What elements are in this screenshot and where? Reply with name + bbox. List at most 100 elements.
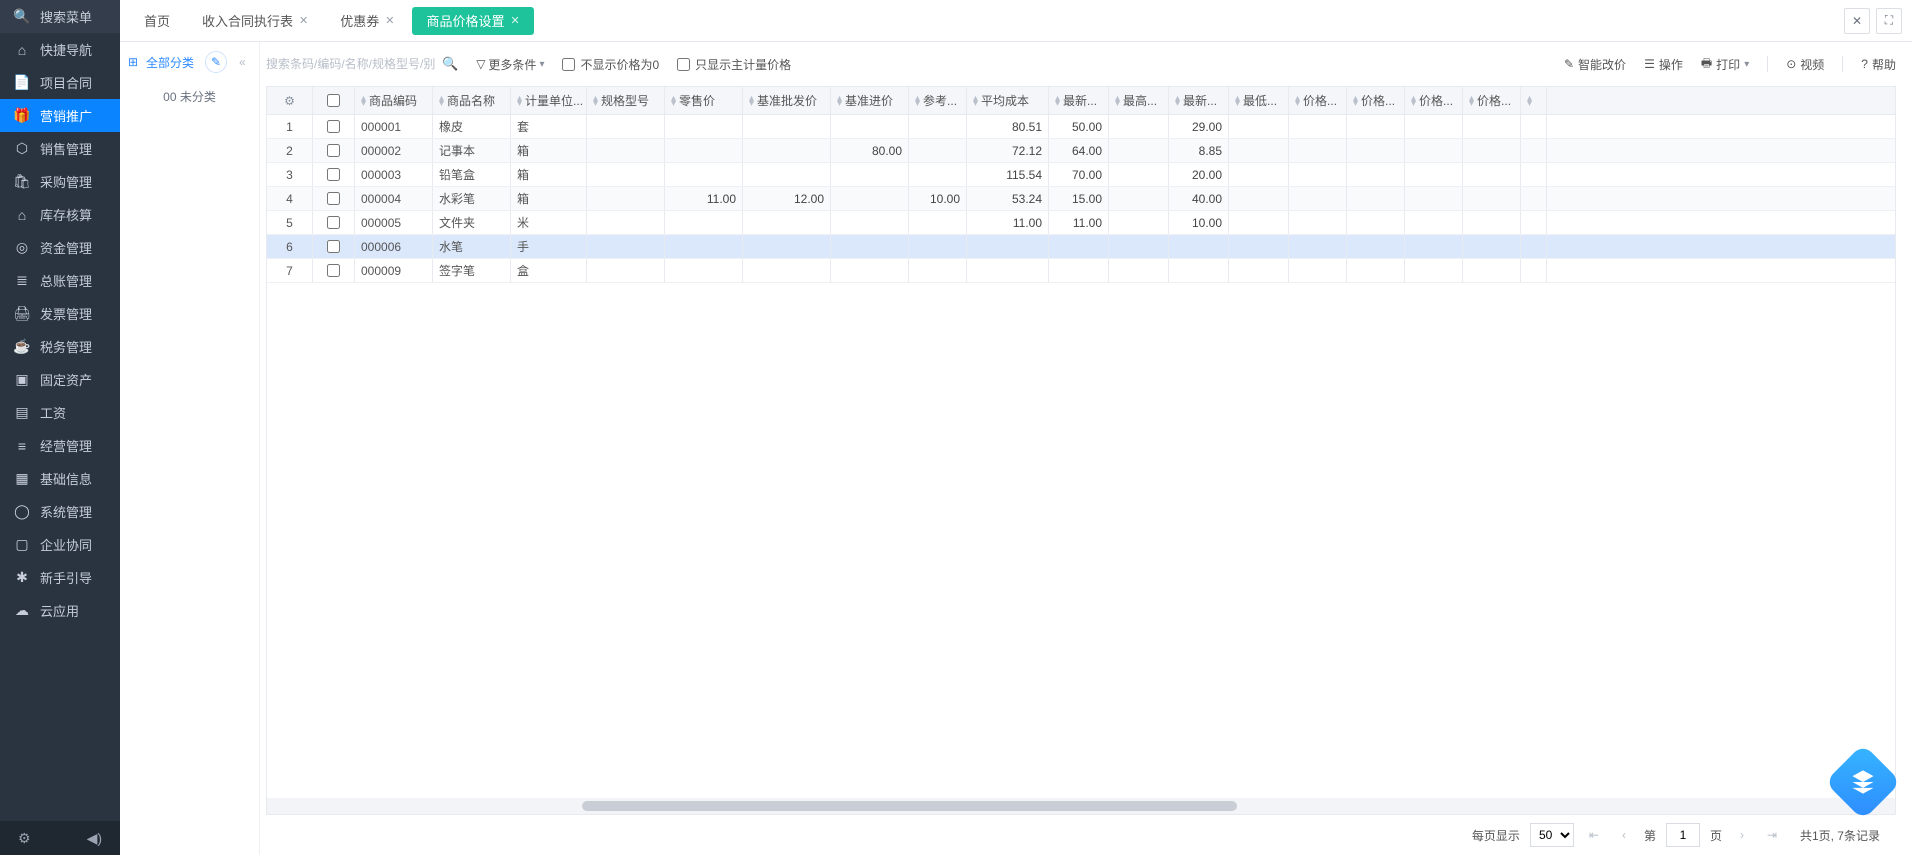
sidebar-item-1[interactable]: ⌂快捷导航 bbox=[0, 33, 120, 66]
sidebar-item-18[interactable]: ☁云应用 bbox=[0, 594, 120, 627]
sidebar-item-17[interactable]: ✱新手引导 bbox=[0, 561, 120, 594]
sort-icon[interactable]: ▴▾ bbox=[1115, 96, 1120, 106]
video-button[interactable]: ⊙视频 bbox=[1786, 56, 1824, 73]
tab-3[interactable]: 商品价格设置✕ bbox=[412, 7, 533, 35]
column-header-15[interactable]: ▴▾价格... bbox=[1289, 87, 1347, 114]
sort-icon[interactable]: ▴▾ bbox=[361, 96, 366, 106]
tab-close-icon[interactable]: ✕ bbox=[299, 14, 308, 27]
table-row[interactable]: 4000004水彩笔箱11.0012.0010.0053.2415.0040.0… bbox=[267, 187, 1895, 211]
horizontal-scrollbar[interactable] bbox=[267, 798, 1895, 814]
sidebar-item-6[interactable]: ⌂库存核算 bbox=[0, 198, 120, 231]
sort-icon[interactable]: ▴▾ bbox=[915, 96, 920, 106]
collapse-tree-icon[interactable]: « bbox=[239, 55, 253, 69]
table-row[interactable]: 2000002记事本箱80.0072.1264.008.85 bbox=[267, 139, 1895, 163]
column-header-3[interactable]: ▴▾商品名称 bbox=[433, 87, 511, 114]
select-all-checkbox[interactable] bbox=[327, 94, 340, 107]
more-conditions[interactable]: ▽ 更多条件 ▾ bbox=[476, 56, 544, 73]
hide-zero-checkbox[interactable]: 不显示价格为0 bbox=[562, 56, 659, 73]
column-header-12[interactable]: ▴▾最高... bbox=[1109, 87, 1169, 114]
sidebar-item-4[interactable]: ⬡销售管理 bbox=[0, 132, 120, 165]
table-row[interactable]: 5000005文件夹米11.0011.0010.00 bbox=[267, 211, 1895, 235]
sort-icon[interactable]: ▴▾ bbox=[1055, 96, 1060, 106]
page-input[interactable] bbox=[1666, 823, 1700, 847]
sidebar-item-13[interactable]: ≡经营管理 bbox=[0, 429, 120, 462]
edit-category-button[interactable]: ✎ bbox=[205, 51, 227, 73]
column-header-0[interactable]: ⚙ bbox=[267, 87, 313, 114]
next-page-button[interactable]: › bbox=[1732, 825, 1752, 845]
tab-2[interactable]: 优惠券✕ bbox=[326, 7, 408, 35]
sidebar-item-9[interactable]: 🖨发票管理 bbox=[0, 297, 120, 330]
close-tab-button[interactable]: ✕ bbox=[1844, 8, 1870, 34]
sidebar-item-11[interactable]: ▣固定资产 bbox=[0, 363, 120, 396]
sort-icon[interactable]: ▴▾ bbox=[1527, 96, 1532, 106]
sort-icon[interactable]: ▴▾ bbox=[1353, 96, 1358, 106]
tab-0[interactable]: 首页 bbox=[130, 7, 184, 35]
sidebar-item-8[interactable]: ≣总账管理 bbox=[0, 264, 120, 297]
tree-node[interactable]: 00 未分类 bbox=[130, 84, 249, 109]
sidebar-item-2[interactable]: 📄项目合同 bbox=[0, 66, 120, 99]
fullscreen-button[interactable]: ⛶ bbox=[1876, 8, 1902, 34]
column-header-18[interactable]: ▴▾价格... bbox=[1463, 87, 1521, 114]
sidebar-item-0[interactable]: 🔍搜索菜单 bbox=[0, 0, 120, 33]
sidebar-item-15[interactable]: ◯系统管理 bbox=[0, 495, 120, 528]
column-header-1[interactable] bbox=[313, 87, 355, 114]
sidebar-item-10[interactable]: ☕税务管理 bbox=[0, 330, 120, 363]
tab-close-icon[interactable]: ✕ bbox=[511, 14, 520, 27]
volume-icon[interactable]: ◀) bbox=[87, 830, 102, 847]
column-header-6[interactable]: ▴▾零售价 bbox=[665, 87, 743, 114]
search-input[interactable] bbox=[266, 57, 436, 71]
help-button[interactable]: ?帮助 bbox=[1861, 56, 1896, 73]
last-page-button[interactable]: ⇥ bbox=[1762, 825, 1782, 845]
column-header-10[interactable]: ▴▾平均成本 bbox=[967, 87, 1049, 114]
sidebar-item-5[interactable]: 🛍采购管理 bbox=[0, 165, 120, 198]
sort-icon[interactable]: ▴▾ bbox=[593, 96, 598, 106]
column-header-2[interactable]: ▴▾商品编码 bbox=[355, 87, 433, 114]
column-header-17[interactable]: ▴▾价格... bbox=[1405, 87, 1463, 114]
table-row[interactable]: 1000001橡皮套80.5150.0029.00 bbox=[267, 115, 1895, 139]
table-row[interactable]: 7000009签字笔盒 bbox=[267, 259, 1895, 283]
column-header-14[interactable]: ▴▾最低... bbox=[1229, 87, 1289, 114]
sidebar-item-14[interactable]: ▦基础信息 bbox=[0, 462, 120, 495]
sidebar-item-3[interactable]: 🎁营销推广 bbox=[0, 99, 120, 132]
only-main-unit-checkbox[interactable]: 只显示主计量价格 bbox=[677, 56, 791, 73]
tree-title[interactable]: 全部分类 bbox=[146, 54, 194, 71]
column-header-13[interactable]: ▴▾最新... bbox=[1169, 87, 1229, 114]
sort-icon[interactable]: ▴▾ bbox=[837, 96, 842, 106]
sort-icon[interactable]: ▴▾ bbox=[1175, 96, 1180, 106]
ops-button[interactable]: ☰操作 bbox=[1644, 56, 1683, 73]
search-icon[interactable]: 🔍 bbox=[442, 56, 458, 72]
tab-close-icon[interactable]: ✕ bbox=[385, 14, 394, 27]
sort-icon[interactable]: ▴▾ bbox=[1469, 96, 1474, 106]
per-page-select[interactable]: 50 bbox=[1530, 823, 1574, 847]
first-page-button[interactable]: ⇤ bbox=[1584, 825, 1604, 845]
column-header-16[interactable]: ▴▾价格... bbox=[1347, 87, 1405, 114]
sort-icon[interactable]: ▴▾ bbox=[749, 96, 754, 106]
gear-icon[interactable]: ⚙ bbox=[284, 94, 295, 108]
table-row[interactable]: 3000003铅笔盒箱115.5470.0020.00 bbox=[267, 163, 1895, 187]
sort-icon[interactable]: ▴▾ bbox=[973, 96, 978, 106]
sort-icon[interactable]: ▴▾ bbox=[517, 96, 522, 106]
sort-icon[interactable]: ▴▾ bbox=[1295, 96, 1300, 106]
sort-icon[interactable]: ▴▾ bbox=[439, 96, 444, 106]
column-header-8[interactable]: ▴▾基准进价 bbox=[831, 87, 909, 114]
prev-page-button[interactable]: ‹ bbox=[1614, 825, 1634, 845]
smart-price-button[interactable]: ✎智能改价 bbox=[1564, 56, 1626, 73]
column-header-4[interactable]: ▴▾计量单位... bbox=[511, 87, 587, 114]
column-header-9[interactable]: ▴▾参考... bbox=[909, 87, 967, 114]
sort-icon[interactable]: ▴▾ bbox=[1235, 96, 1240, 106]
column-header-7[interactable]: ▴▾基准批发价 bbox=[743, 87, 831, 114]
settings-icon[interactable]: ⚙ bbox=[18, 830, 31, 847]
column-header-5[interactable]: ▴▾规格型号 bbox=[587, 87, 665, 114]
table-row[interactable]: 6000006水笔手 bbox=[267, 235, 1895, 259]
sidebar-item-12[interactable]: ▤工资 bbox=[0, 396, 120, 429]
sort-icon[interactable]: ▴▾ bbox=[671, 96, 676, 106]
sidebar-item-7[interactable]: ◎资金管理 bbox=[0, 231, 120, 264]
per-page-label: 每页显示 bbox=[1472, 827, 1520, 844]
sidebar-item-16[interactable]: ▢企业协同 bbox=[0, 528, 120, 561]
column-header-19[interactable]: ▴▾ bbox=[1521, 87, 1547, 114]
column-header-11[interactable]: ▴▾最新... bbox=[1049, 87, 1109, 114]
tab-1[interactable]: 收入合同执行表✕ bbox=[188, 7, 322, 35]
cell: 水笔 bbox=[433, 235, 511, 258]
print-button[interactable]: 🖶打印▾ bbox=[1701, 54, 1749, 75]
sort-icon[interactable]: ▴▾ bbox=[1411, 96, 1416, 106]
